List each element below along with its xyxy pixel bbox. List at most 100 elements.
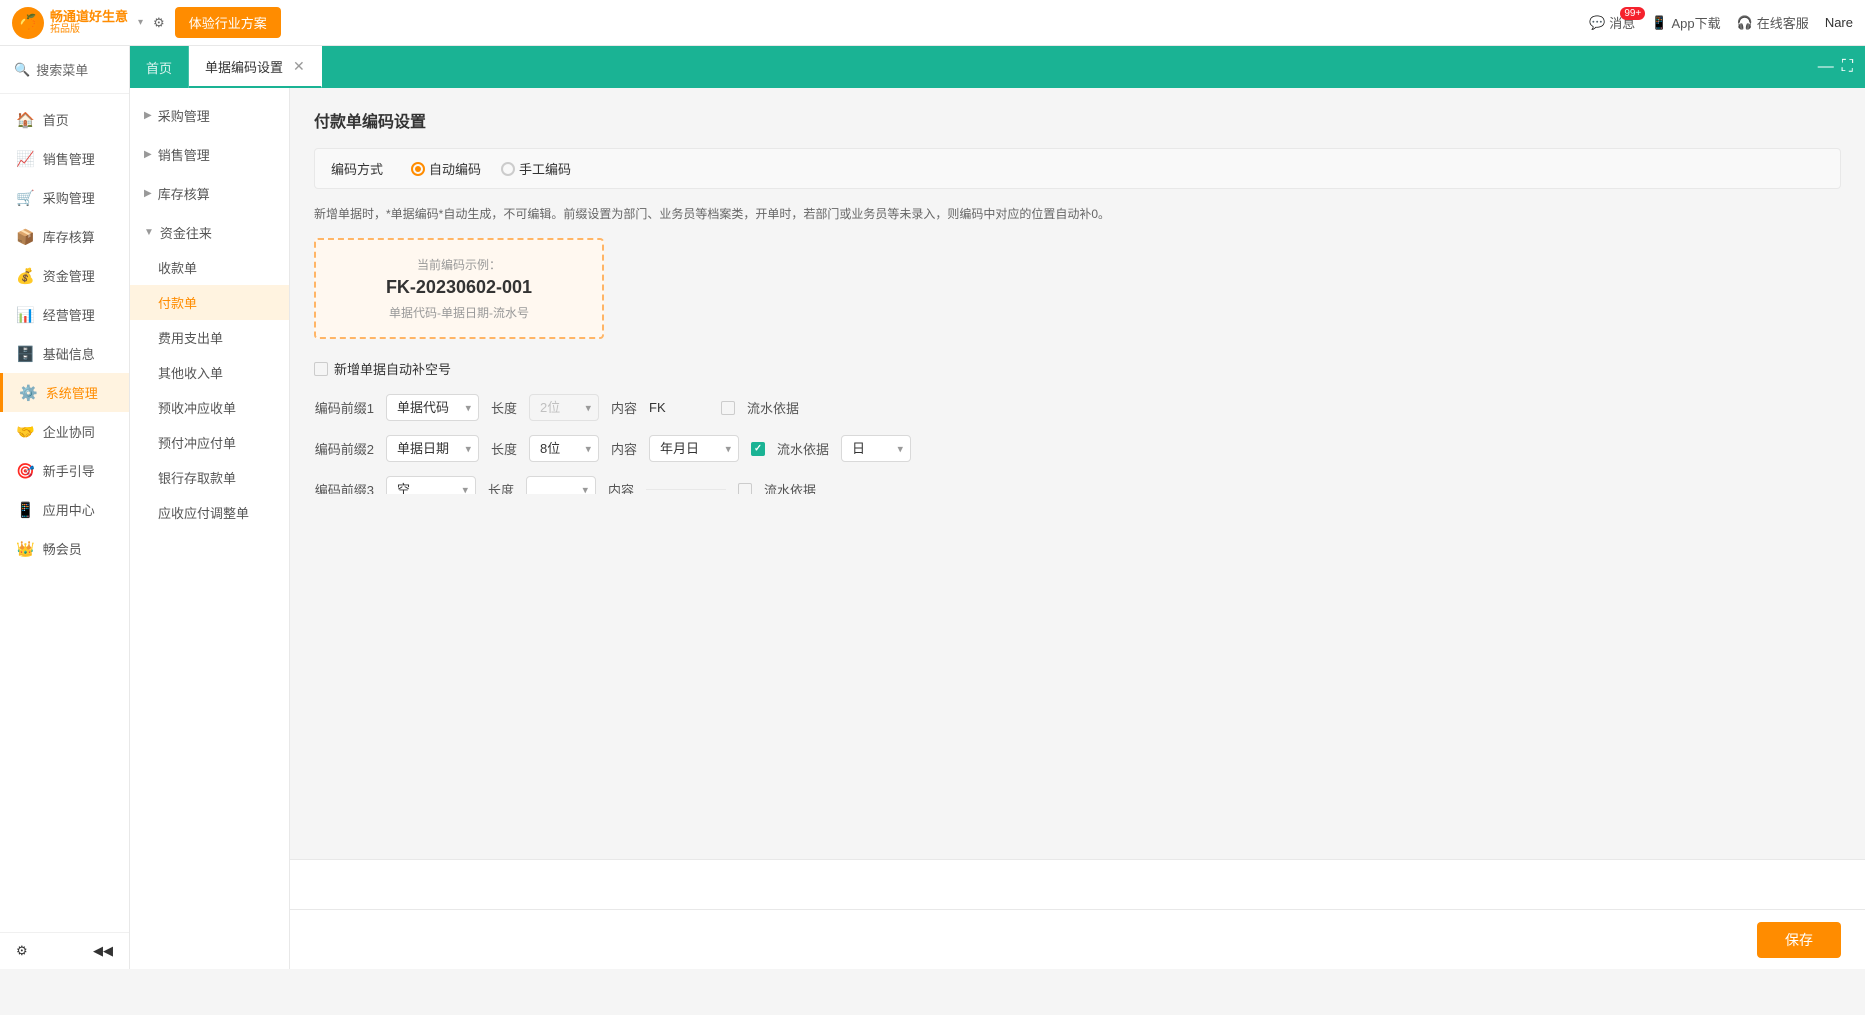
prefix2-length-select[interactable]: 8位 — [529, 435, 599, 462]
user-menu[interactable]: Nare — [1825, 15, 1853, 30]
enterprise-icon: 🤝 — [16, 423, 35, 441]
subnav-arrow-capital: ▼ — [144, 227, 154, 238]
tab-home[interactable]: 首页 — [130, 46, 189, 88]
prefix1-length-select[interactable]: 2位 — [529, 394, 599, 421]
prefix3-length-label: 长度 — [488, 480, 514, 493]
manual-encode-radio[interactable] — [501, 162, 515, 176]
subnav-group-sales-title[interactable]: ▶ 销售管理 — [130, 137, 289, 172]
home-icon: 🏠 — [16, 111, 35, 129]
sidebar-item-home[interactable]: 🏠 首页 — [0, 100, 129, 139]
prefix2-content-select[interactable]: 年月日 — [649, 435, 739, 462]
prefix1-stream-label: 流水依据 — [747, 398, 799, 417]
tab-encoding[interactable]: 单据编码设置 ✕ — [189, 46, 322, 88]
sidebar-item-label: 应用中心 — [43, 500, 95, 519]
message-button[interactable]: 💬 消息 99+ — [1589, 13, 1635, 32]
app-download-button[interactable]: 📱 App下载 — [1651, 13, 1720, 32]
sidebar-item-system[interactable]: ⚙️ 系统管理 — [0, 373, 129, 412]
prefix1-select-wrap: 单据代码 — [386, 394, 479, 421]
sidebar-item-apps[interactable]: 📱 应用中心 — [0, 490, 129, 529]
auto-encode-radio[interactable] — [411, 162, 425, 176]
subnav-group-capital-title[interactable]: ▼ 资金往来 — [130, 215, 289, 250]
prefix1-row: 编码前缀1 单据代码 长度 2位 内容 — [314, 394, 1841, 421]
prefix3-stream-checkbox[interactable] — [738, 483, 752, 494]
sidebar: 🔍 搜索菜单 🏠 首页 📈 销售管理 🛒 采购管理 📦 库存核算 💰 — [0, 46, 130, 969]
top-bar-left: 🍊 畅通道好生意 拓品版 ▾ ⚙ 体验行业方案 — [12, 7, 281, 39]
prefix1-label: 编码前缀1 — [314, 398, 374, 417]
sidebar-settings-icon[interactable]: ⚙ — [16, 943, 28, 959]
tab-maximize-icon[interactable]: ⛶ — [1842, 58, 1853, 76]
prefix1-length-label: 长度 — [491, 398, 517, 417]
sidebar-item-label: 新手引导 — [43, 461, 95, 480]
app-logo-icon: 🍊 — [12, 7, 44, 39]
auto-fill-checkbox[interactable] — [314, 362, 328, 376]
page-title: 付款单编码设置 — [314, 108, 1841, 132]
sidebar-item-enterprise[interactable]: 🤝 企业协同 — [0, 412, 129, 451]
app-menu-chevron[interactable]: ▾ — [138, 17, 143, 28]
online-service-button[interactable]: 🎧 在线客服 — [1737, 13, 1809, 32]
message-badge: 99+ — [1620, 7, 1645, 20]
prefix2-content-wrap: 年月日 — [649, 435, 739, 462]
settings-icon[interactable]: ⚙ — [153, 15, 165, 31]
top-bar-right: 💬 消息 99+ 📱 App下载 🎧 在线客服 Nare — [1589, 13, 1853, 32]
search-menu-button[interactable]: 🔍 搜索菜单 — [8, 56, 121, 83]
prefix3-content-value — [646, 489, 726, 490]
encoding-method-label: 编码方式 — [331, 159, 383, 178]
subnav-item-recv-adjust[interactable]: 应收应付调整单 — [130, 495, 289, 530]
page-content: 付款单编码设置 编码方式 自动编码 手工编码 — [290, 88, 1865, 494]
tab-bar: 首页 单据编码设置 ✕ — ⛶ — [130, 46, 1865, 88]
subnav-item-other-income[interactable]: 其他收入单 — [130, 355, 289, 390]
experience-button[interactable]: 体验行业方案 — [175, 7, 281, 38]
subnav-group-purchase-title[interactable]: ▶ 采购管理 — [130, 98, 289, 133]
manual-encode-option[interactable]: 手工编码 — [501, 159, 571, 178]
save-button[interactable]: 保存 — [1757, 922, 1841, 958]
prefix1-select[interactable]: 单据代码 — [386, 394, 479, 421]
sidebar-collapse-icon[interactable]: ◀◀ — [93, 943, 113, 959]
prefix2-stream-unit-wrap: 日 — [841, 435, 911, 462]
subnav-item-expense[interactable]: 费用支出单 — [130, 320, 289, 355]
sidebar-search-area: 🔍 搜索菜单 — [0, 46, 129, 94]
prefix3-stream-label: 流水依据 — [764, 480, 816, 493]
sidebar-item-finance[interactable]: 💰 资金管理 — [0, 256, 129, 295]
subnav-item-receipt[interactable]: 收款单 — [130, 250, 289, 285]
prefix3-label: 编码前缀3 — [314, 480, 374, 493]
prefix1-content-label: 内容 — [611, 398, 637, 417]
auto-encode-label: 自动编码 — [429, 159, 481, 178]
subnav-arrow-inventory: ▶ — [144, 188, 152, 199]
sidebar-item-base[interactable]: 🗄️ 基础信息 — [0, 334, 129, 373]
subnav-item-advance-pay[interactable]: 预付冲应付单 — [130, 425, 289, 460]
subnav-item-payment[interactable]: 付款单 — [130, 285, 289, 320]
sidebar-item-operations[interactable]: 📊 经营管理 — [0, 295, 129, 334]
sidebar-item-purchase[interactable]: 🛒 采购管理 — [0, 178, 129, 217]
prefix3-select-wrap: 空 — [386, 476, 476, 493]
sidebar-item-inventory[interactable]: 📦 库存核算 — [0, 217, 129, 256]
subnav-group-sales: ▶ 销售管理 — [130, 137, 289, 172]
logo-area: 🍊 畅通道好生意 拓品版 — [12, 7, 128, 39]
tab-close-icon[interactable]: ✕ — [293, 58, 305, 75]
prefix1-stream-checkbox[interactable] — [721, 401, 735, 415]
auto-encode-option[interactable]: 自动编码 — [411, 159, 481, 178]
prefix1-content-value: FK — [649, 400, 709, 415]
sidebar-item-label: 资金管理 — [43, 266, 95, 285]
prefix3-length-select[interactable] — [526, 476, 596, 493]
sidebar-item-guide[interactable]: 🎯 新手引导 — [0, 451, 129, 490]
sidebar-item-label: 库存核算 — [43, 227, 95, 246]
prefix2-stream-checkbox[interactable]: ✓ — [751, 442, 765, 456]
sidebar-item-sales[interactable]: 📈 销售管理 — [0, 139, 129, 178]
subnav-item-advance-recv[interactable]: 预收冲应收单 — [130, 390, 289, 425]
subnav-sales-label: 销售管理 — [158, 145, 210, 164]
sidebar-item-member[interactable]: 👑 畅会员 — [0, 529, 129, 568]
prefix2-row: 编码前缀2 单据日期 长度 8位 内容 — [314, 435, 1841, 462]
prefix2-select[interactable]: 单据日期 — [386, 435, 479, 462]
prefix2-stream-unit-select[interactable]: 日 — [841, 435, 911, 462]
tab-encoding-label: 单据编码设置 — [205, 57, 283, 76]
subnav-group-inventory-title[interactable]: ▶ 库存核算 — [130, 176, 289, 211]
member-icon: 👑 — [16, 540, 35, 558]
prefix1-length-wrap: 2位 — [529, 394, 599, 421]
auto-fill-row: 新增单据自动补空号 — [314, 359, 1841, 378]
subnav-item-bank-deposit[interactable]: 银行存取款单 — [130, 460, 289, 495]
sub-nav: ▶ 采购管理 ▶ 销售管理 ▶ 库存核算 — [130, 88, 290, 969]
tab-bar-actions: — ⛶ — [1818, 58, 1865, 76]
prefix3-select[interactable]: 空 — [386, 476, 476, 493]
subnav-inventory-label: 库存核算 — [158, 184, 210, 203]
tab-minimize-icon[interactable]: — — [1818, 58, 1834, 76]
